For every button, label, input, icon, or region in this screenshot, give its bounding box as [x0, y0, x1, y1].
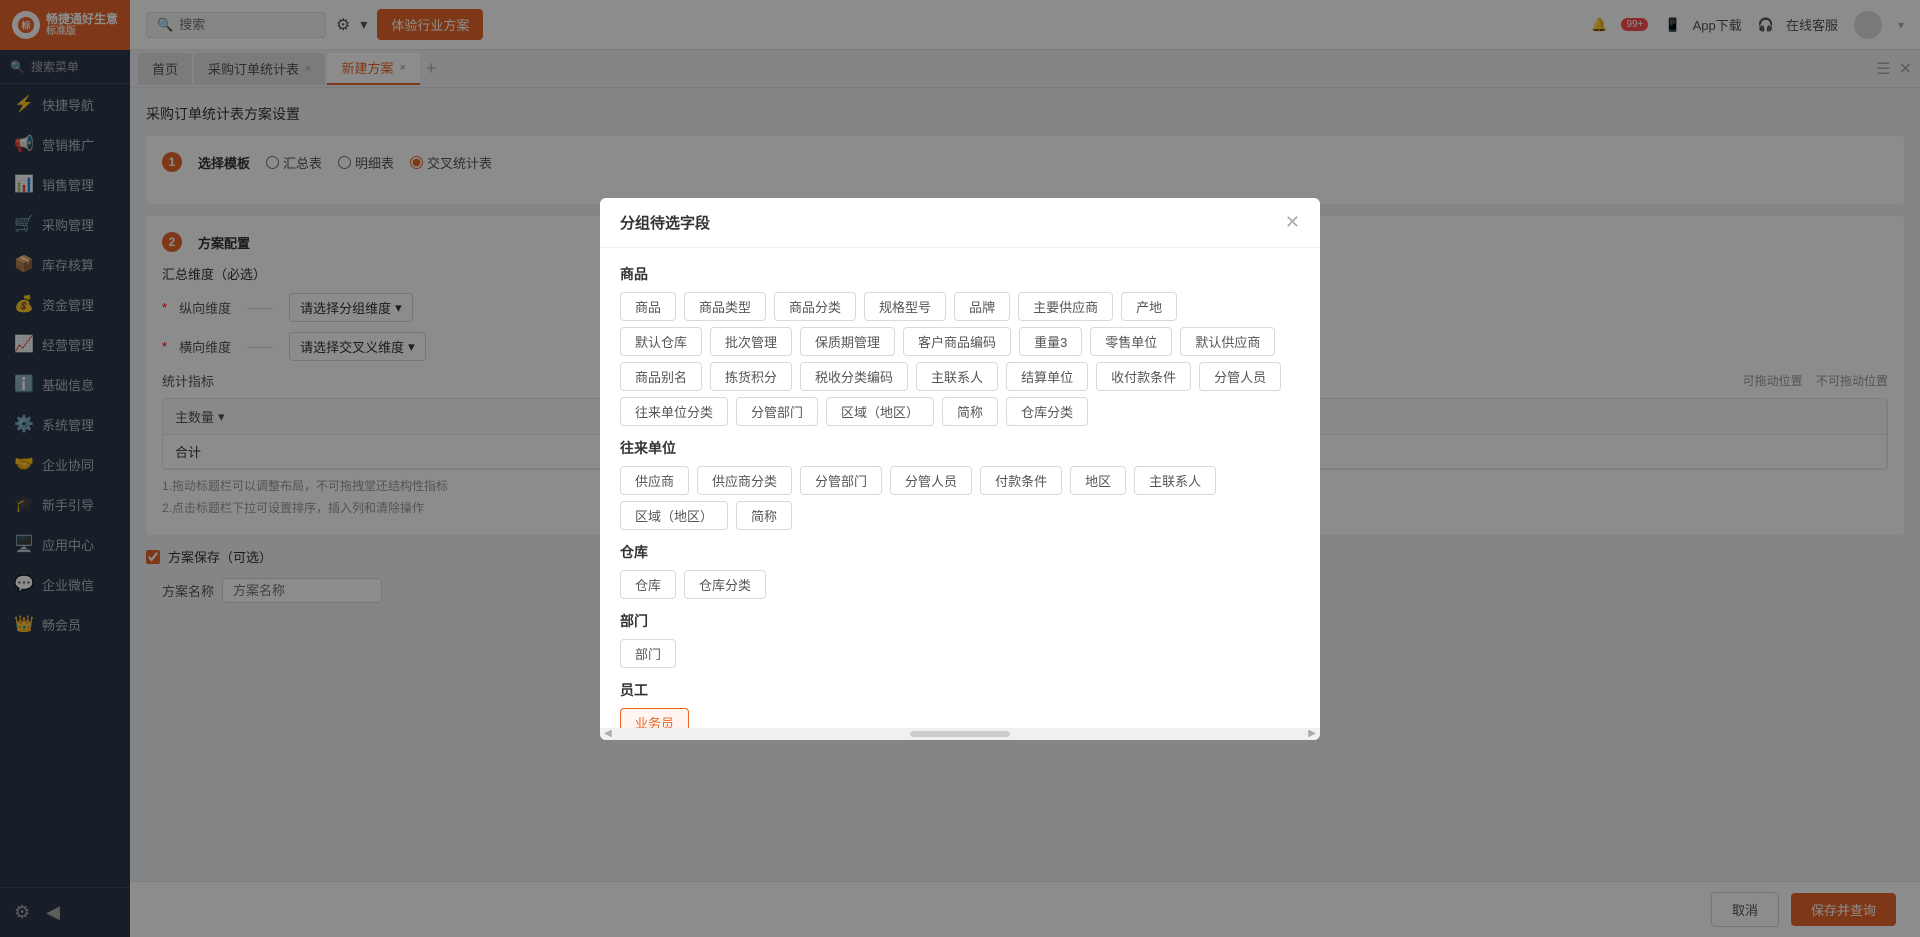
scroll-left-icon[interactable]: ◀ — [604, 728, 612, 739]
dept-tags-row: 部门 — [620, 639, 1300, 668]
warehouse-tags-row: 仓库 仓库分类 — [620, 570, 1300, 599]
section-title-dept: 部门 — [620, 611, 1300, 631]
tag-c-area[interactable]: 地区 — [1070, 466, 1126, 495]
tag-supplier[interactable]: 供应商 — [620, 466, 689, 495]
tag-weight3[interactable]: 重量3 — [1019, 327, 1082, 356]
tag-dept[interactable]: 部门 — [620, 639, 676, 668]
tag-pick-points[interactable]: 拣货积分 — [710, 362, 792, 391]
tag-product[interactable]: 商品 — [620, 292, 676, 321]
tag-default-supplier[interactable]: 默认供应商 — [1180, 327, 1275, 356]
tag-c-manager[interactable]: 分管人员 — [890, 466, 972, 495]
tag-main-supplier[interactable]: 主要供应商 — [1018, 292, 1113, 321]
tag-origin[interactable]: 产地 — [1121, 292, 1177, 321]
tag-region[interactable]: 区域（地区） — [826, 397, 934, 426]
tag-customer-code[interactable]: 客户商品编码 — [903, 327, 1011, 356]
tag-product-alias[interactable]: 商品别名 — [620, 362, 702, 391]
counterpart-tags-row-1: 供应商 供应商分类 分管部门 分管人员 付款条件 地区 主联系人 — [620, 466, 1300, 495]
horizontal-scrollbar-thumb[interactable] — [910, 731, 1010, 737]
tag-brand[interactable]: 品牌 — [954, 292, 1010, 321]
tag-supplier-category[interactable]: 供应商分类 — [697, 466, 792, 495]
tag-abbreviation[interactable]: 简称 — [942, 397, 998, 426]
tag-manage-dept[interactable]: 分管部门 — [736, 397, 818, 426]
tag-manager[interactable]: 分管人员 — [1199, 362, 1281, 391]
tag-tax-code[interactable]: 税收分类编码 — [800, 362, 908, 391]
modal-scrollbar-area[interactable]: ◀ ▶ — [600, 728, 1320, 740]
tag-c-dept[interactable]: 分管部门 — [800, 466, 882, 495]
tag-c-region[interactable]: 区域（地区） — [620, 501, 728, 530]
tag-spec-model[interactable]: 规格型号 — [864, 292, 946, 321]
section-title-warehouse: 仓库 — [620, 542, 1300, 562]
product-tags-row-2: 默认仓库 批次管理 保质期管理 客户商品编码 重量3 零售单位 默认供应商 — [620, 327, 1300, 356]
tag-product-type[interactable]: 商品类型 — [684, 292, 766, 321]
scroll-right-icon[interactable]: ▶ — [1308, 728, 1316, 739]
tag-warehouse-category[interactable]: 仓库分类 — [1006, 397, 1088, 426]
section-title-counterpart: 往来单位 — [620, 438, 1300, 458]
product-tags-row-3: 商品别名 拣货积分 税收分类编码 主联系人 结算单位 收付款条件 分管人员 — [620, 362, 1300, 391]
tag-c-abbrev[interactable]: 简称 — [736, 501, 792, 530]
tag-shelf-life[interactable]: 保质期管理 — [800, 327, 895, 356]
tag-main-contact[interactable]: 主联系人 — [916, 362, 998, 391]
modal-body[interactable]: 商品 商品 商品类型 商品分类 规格型号 品牌 主要供应商 产地 默认仓库 批次… — [600, 248, 1320, 728]
tag-staff[interactable]: 业务员 — [620, 708, 689, 728]
tag-settle-unit[interactable]: 结算单位 — [1006, 362, 1088, 391]
product-tags-row-1: 商品 商品类型 商品分类 规格型号 品牌 主要供应商 产地 — [620, 292, 1300, 321]
tag-c-main-contact[interactable]: 主联系人 — [1134, 466, 1216, 495]
tag-c-payment[interactable]: 付款条件 — [980, 466, 1062, 495]
tag-warehouse[interactable]: 仓库 — [620, 570, 676, 599]
modal: 分组待选字段 ✕ 商品 商品 商品类型 商品分类 规格型号 品牌 主要供应商 产… — [600, 198, 1320, 740]
tag-counterpart-category[interactable]: 往来单位分类 — [620, 397, 728, 426]
tag-warehouse-cat[interactable]: 仓库分类 — [684, 570, 766, 599]
tag-payment-terms[interactable]: 收付款条件 — [1096, 362, 1191, 391]
tag-retail-unit[interactable]: 零售单位 — [1090, 327, 1172, 356]
modal-overlay[interactable]: 分组待选字段 ✕ 商品 商品 商品类型 商品分类 规格型号 品牌 主要供应商 产… — [0, 0, 1920, 937]
counterpart-tags-row-2: 区域（地区） 简称 — [620, 501, 1300, 530]
tag-batch-mgmt[interactable]: 批次管理 — [710, 327, 792, 356]
section-title-staff: 员工 — [620, 680, 1300, 700]
section-title-product: 商品 — [620, 264, 1300, 284]
modal-close-btn[interactable]: ✕ — [1285, 212, 1300, 233]
tag-default-warehouse[interactable]: 默认仓库 — [620, 327, 702, 356]
product-tags-row-4: 往来单位分类 分管部门 区域（地区） 简称 仓库分类 — [620, 397, 1300, 426]
staff-tags-row: 业务员 — [620, 708, 1300, 728]
modal-header: 分组待选字段 ✕ — [600, 198, 1320, 248]
modal-title: 分组待选字段 — [620, 212, 710, 233]
tag-product-category[interactable]: 商品分类 — [774, 292, 856, 321]
